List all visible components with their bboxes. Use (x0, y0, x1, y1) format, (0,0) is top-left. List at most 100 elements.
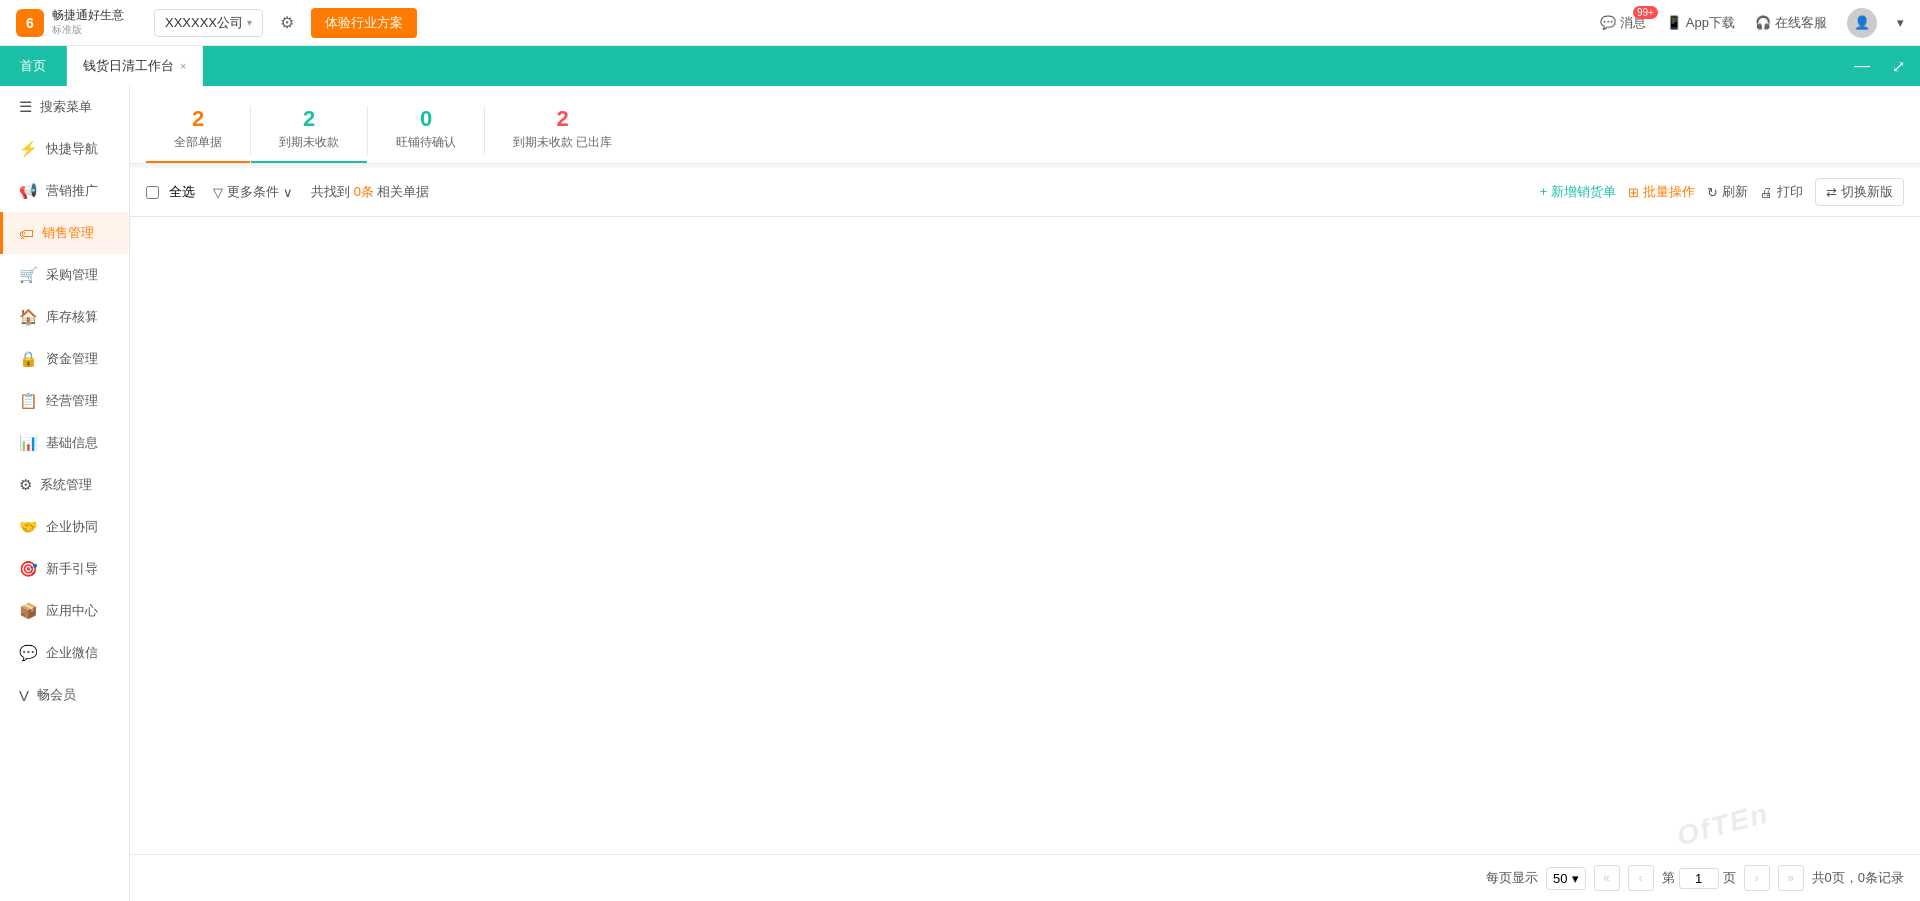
target-icon: 🎯 (19, 560, 38, 578)
handshake-icon: 🤝 (19, 518, 38, 536)
add-order-button[interactable]: + 新增销货单 (1540, 183, 1616, 201)
stat-tab-overdue[interactable]: 2 到期未收款 (251, 98, 367, 163)
print-icon: 🖨 (1760, 185, 1773, 200)
page-info: 第 页 (1662, 868, 1736, 889)
pagination-bar: 每页显示 50 ▾ « ‹ 第 页 › » 共0页，0条记录 (130, 854, 1920, 901)
last-page-button[interactable]: » (1778, 865, 1804, 891)
next-page-button[interactable]: › (1744, 865, 1770, 891)
sidebar-label: 新手引导 (46, 560, 98, 578)
stat-num-overdue: 2 (303, 106, 315, 132)
online-service-label: 在线客服 (1775, 14, 1827, 32)
sidebar-label: 畅会员 (37, 686, 76, 704)
sidebar-item-marketing[interactable]: 📢 营销推广 (0, 170, 129, 212)
select-all-checkbox[interactable] (146, 186, 159, 199)
headset-icon: 🎧 (1755, 15, 1771, 30)
tab-home[interactable]: 首页 (0, 46, 67, 86)
logo-icon: 6 (16, 9, 44, 37)
sidebar-item-member[interactable]: V 畅会员 (0, 674, 129, 716)
filter-button[interactable]: ▽ 更多条件 ∨ (205, 179, 301, 205)
avatar[interactable]: 👤 (1847, 8, 1877, 38)
sidebar-item-search-menu[interactable]: ☰ 搜索菜单 (0, 86, 129, 128)
maximize-button[interactable]: ⤢ (1884, 52, 1912, 80)
filter-label: 更多条件 (227, 183, 279, 201)
stat-num-shipped: 2 (557, 106, 569, 132)
sidebar-label: 快捷导航 (46, 140, 98, 158)
toolbar-left: 全选 ▽ 更多条件 ∨ 共找到 0条 相关单据 (146, 179, 1528, 205)
sidebar-label: 销售管理 (42, 224, 94, 242)
stat-num-all: 2 (192, 106, 204, 132)
clipboard-icon: 📋 (19, 392, 38, 410)
chat-icon: 💬 (19, 644, 38, 662)
refresh-button[interactable]: ↻ 刷新 (1707, 183, 1748, 201)
sidebar-item-funds[interactable]: 🔒 资金管理 (0, 338, 129, 380)
sidebar-label: 库存核算 (46, 308, 98, 326)
sidebar-label: 企业协同 (46, 518, 98, 536)
trial-button[interactable]: 体验行业方案 (311, 8, 417, 38)
sidebar-item-app-center[interactable]: 📦 应用中心 (0, 590, 129, 632)
switch-label: 切换新版 (1841, 183, 1893, 201)
stat-tab-all[interactable]: 2 全部单据 (146, 98, 250, 163)
sidebar-item-operations[interactable]: 📋 经营管理 (0, 380, 129, 422)
sidebar-item-wechat[interactable]: 💬 企业微信 (0, 632, 129, 674)
select-all-label: 全选 (169, 183, 195, 201)
username-display[interactable]: ▾ (1897, 15, 1904, 30)
sidebar-item-guide[interactable]: 🎯 新手引导 (0, 548, 129, 590)
batch-label: 批量操作 (1643, 183, 1695, 201)
found-text: 共找到 0条 相关单据 (311, 183, 429, 201)
batch-operation-button[interactable]: ⊞ 批量操作 (1628, 183, 1695, 201)
content-area: 2 全部单据 2 到期未收款 0 旺铺待确认 2 到期未收款 已出库 (130, 86, 1920, 901)
stat-tab-shipped[interactable]: 2 到期未收款 已出库 (485, 98, 640, 163)
page-size-label: 每页显示 (1486, 869, 1538, 887)
sidebar-label: 资金管理 (46, 350, 98, 368)
page-text-end: 页 (1723, 869, 1736, 887)
cart-icon: 🛒 (19, 266, 38, 284)
tab-bar-actions: — ⤢ (1848, 52, 1920, 80)
sidebar-item-inventory[interactable]: 🏠 库存核算 (0, 296, 129, 338)
print-button[interactable]: 🖨 打印 (1760, 183, 1803, 201)
page-text: 第 (1662, 869, 1675, 887)
logo-text-block: 畅捷通好生意 标准版 (52, 8, 124, 38)
empty-state (130, 217, 1920, 617)
page-size-select[interactable]: 50 ▾ (1546, 867, 1585, 890)
tab-active[interactable]: 钱货日清工作台 × (67, 46, 203, 86)
sidebar-label: 经营管理 (46, 392, 98, 410)
settings-button[interactable]: ⚙ (271, 7, 303, 39)
company-selector[interactable]: XXXXXX公司 ▾ (154, 9, 263, 37)
phone-icon: 📱 (1666, 15, 1682, 30)
box-icon: 📦 (19, 602, 38, 620)
logo-text: 畅捷通好生意 (52, 8, 124, 24)
sidebar-item-basic-info[interactable]: 📊 基础信息 (0, 422, 129, 464)
page-input[interactable] (1679, 868, 1719, 889)
first-page-button[interactable]: « (1594, 865, 1620, 891)
sidebar-item-sales[interactable]: 🏷 销售管理 (0, 212, 129, 254)
sidebar-label: 系统管理 (40, 476, 92, 494)
lightning-icon: ⚡ (19, 140, 38, 158)
switch-version-button[interactable]: ⇄ 切换新版 (1815, 178, 1904, 206)
found-count: 0条 (354, 184, 374, 199)
sidebar-label: 基础信息 (46, 434, 98, 452)
user-icon: 👤 (1854, 15, 1870, 30)
sidebar-label: 搜索菜单 (40, 98, 92, 116)
minimize-button[interactable]: — (1848, 52, 1876, 80)
stat-label-overdue: 到期未收款 (279, 134, 339, 151)
prev-page-button[interactable]: ‹ (1628, 865, 1654, 891)
tag-icon: 🏷 (19, 225, 34, 242)
megaphone-icon: 📢 (19, 182, 38, 200)
switch-icon: ⇄ (1826, 185, 1837, 200)
sidebar-label: 营销推广 (46, 182, 98, 200)
settings-icon: ⚙ (19, 476, 32, 494)
toolbar: 全选 ▽ 更多条件 ∨ 共找到 0条 相关单据 + 新增销货单 ⊞ 批量操作 (130, 168, 1920, 217)
stat-tab-pending[interactable]: 0 旺铺待确认 (368, 98, 484, 163)
sidebar-item-enterprise[interactable]: 🤝 企业协同 (0, 506, 129, 548)
sidebar-item-quick-nav[interactable]: ⚡ 快捷导航 (0, 128, 129, 170)
sidebar-item-purchase[interactable]: 🛒 采购管理 (0, 254, 129, 296)
sidebar: ☰ 搜索菜单 ⚡ 快捷导航 📢 营销推广 🏷 销售管理 🛒 采购管理 🏠 库存核… (0, 86, 130, 901)
refresh-label: 刷新 (1722, 183, 1748, 201)
online-service-button[interactable]: 🎧 在线客服 (1755, 14, 1827, 32)
stat-num-pending: 0 (420, 106, 432, 132)
stat-tabs-bar: 2 全部单据 2 到期未收款 0 旺铺待确认 2 到期未收款 已出库 (130, 86, 1920, 164)
message-button[interactable]: 💬 消息 99 (1600, 14, 1646, 32)
app-download-button[interactable]: 📱 App下载 (1666, 14, 1735, 32)
close-tab-icon[interactable]: × (180, 60, 186, 72)
sidebar-item-system[interactable]: ⚙ 系统管理 (0, 464, 129, 506)
